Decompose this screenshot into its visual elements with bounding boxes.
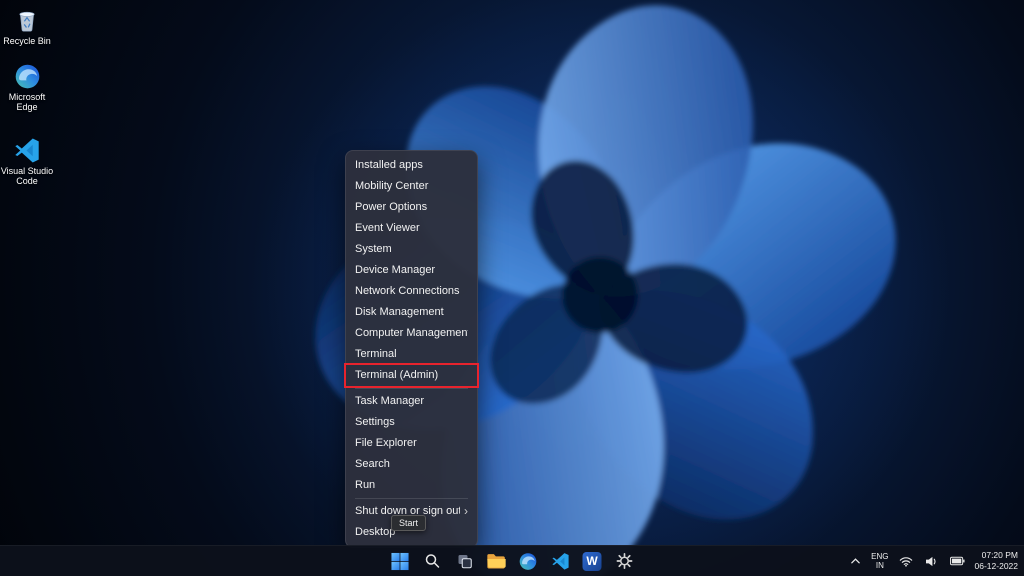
menu-item-label: Mobility Center: [355, 180, 429, 192]
wifi-icon: [899, 556, 912, 567]
menu-item-system[interactable]: System: [346, 239, 477, 260]
menu-item-label: Task Manager: [355, 395, 425, 407]
menu-item-terminal[interactable]: Terminal: [346, 344, 477, 365]
word-button[interactable]: W: [580, 549, 605, 574]
desktop-icon-visual-studio-code[interactable]: Visual Studio Code: [0, 136, 54, 187]
recycle-bin-icon: [13, 6, 41, 34]
language-code: ENG: [871, 551, 889, 561]
system-tray: ENG IN 07:20 PM 06-12-2022: [848, 546, 1018, 576]
desktop-icon-microsoft-edge[interactable]: Microsoft Edge: [0, 62, 54, 113]
menu-item-device-manager[interactable]: Device Manager: [346, 260, 477, 281]
menu-item-label: Settings: [355, 416, 395, 428]
task-view-button[interactable]: [452, 549, 477, 574]
tray-date: 06-12-2022: [974, 561, 1018, 571]
menu-item-label: Installed apps: [355, 159, 423, 171]
desktop-icon-label: Visual Studio Code: [0, 166, 54, 187]
menu-item-label: Terminal (Admin): [355, 369, 439, 381]
edge-icon: [13, 62, 41, 90]
network-button[interactable]: [897, 554, 915, 569]
menu-item-label: File Explorer: [355, 437, 417, 449]
tray-time: 07:20 PM: [981, 550, 1018, 561]
menu-item-file-explorer[interactable]: File Explorer: [346, 433, 477, 454]
start-button[interactable]: [388, 549, 413, 574]
volume-button[interactable]: [923, 554, 940, 569]
menu-item-label: System: [355, 243, 392, 255]
winx-context-menu: Installed apps Mobility Center Power Opt…: [344, 150, 479, 548]
desktop-icon-label: Recycle Bin: [3, 36, 51, 46]
menu-item-search[interactable]: Search: [346, 454, 477, 475]
battery-icon: [949, 556, 965, 566]
windows-logo-icon: [391, 552, 409, 570]
search-icon: [425, 554, 439, 568]
menu-item-event-viewer[interactable]: Event Viewer: [346, 218, 477, 239]
edge-button[interactable]: [516, 549, 541, 574]
tray-overflow-button[interactable]: [848, 555, 863, 567]
chevron-up-icon: [851, 558, 860, 564]
word-icon: W: [582, 551, 602, 571]
search-button[interactable]: [420, 549, 445, 574]
menu-item-installed-apps[interactable]: Installed apps: [346, 155, 477, 176]
taskbar: W ENG IN 07:20 PM 06-12-2022: [0, 545, 1024, 576]
vscode-icon: [551, 553, 569, 570]
menu-item-disk-management[interactable]: Disk Management: [346, 302, 477, 323]
menu-item-label: Run: [355, 479, 376, 491]
clock[interactable]: 07:20 PM 06-12-2022: [975, 550, 1018, 571]
start-tooltip: Start: [391, 515, 427, 531]
submenu-chevron-icon: ›: [464, 504, 468, 518]
speaker-icon: [925, 556, 936, 566]
menu-item-label: Event Viewer: [355, 222, 420, 234]
menu-item-label: Computer Management: [355, 327, 468, 339]
region-code: IN: [875, 561, 884, 570]
menu-item-label: Network Connections: [355, 285, 460, 297]
file-explorer-button[interactable]: [484, 549, 509, 574]
menu-item-settings[interactable]: Settings: [346, 412, 477, 433]
desktop: Recycle Bin Microsoft Edge Visual Studio: [0, 0, 1024, 576]
edge-icon: [519, 552, 537, 570]
menu-item-task-manager[interactable]: Task Manager: [346, 391, 477, 412]
language-indicator[interactable]: ENG IN: [871, 552, 888, 570]
taskbar-center-icons: W: [388, 549, 637, 574]
menu-item-label: Search: [355, 458, 390, 470]
desktop-icon-label: Microsoft Edge: [8, 92, 46, 113]
menu-item-label: Terminal: [355, 348, 397, 360]
menu-item-computer-management[interactable]: Computer Management: [346, 323, 477, 344]
desktop-icon-recycle-bin[interactable]: Recycle Bin: [0, 6, 54, 46]
menu-item-label: Power Options: [355, 201, 428, 213]
task-view-icon: [458, 555, 472, 569]
folder-icon: [486, 553, 506, 568]
vscode-button[interactable]: [548, 549, 573, 574]
vscode-icon: [13, 136, 41, 164]
menu-item-label: Device Manager: [355, 264, 436, 276]
menu-item-run[interactable]: Run: [346, 475, 477, 496]
menu-item-network-connections[interactable]: Network Connections: [346, 281, 477, 302]
menu-item-terminal-admin[interactable]: Terminal (Admin): [344, 363, 479, 388]
gear-icon: [616, 553, 632, 569]
battery-button[interactable]: [948, 554, 967, 568]
start-tooltip-text: Start: [399, 518, 419, 528]
menu-separator: [355, 388, 468, 389]
menu-separator: [355, 498, 468, 499]
menu-item-power-options[interactable]: Power Options: [346, 197, 477, 218]
wallpaper-bloom: [0, 0, 1024, 576]
settings-button[interactable]: [612, 549, 637, 574]
menu-item-label: Disk Management: [355, 306, 444, 318]
menu-item-mobility-center[interactable]: Mobility Center: [346, 176, 477, 197]
